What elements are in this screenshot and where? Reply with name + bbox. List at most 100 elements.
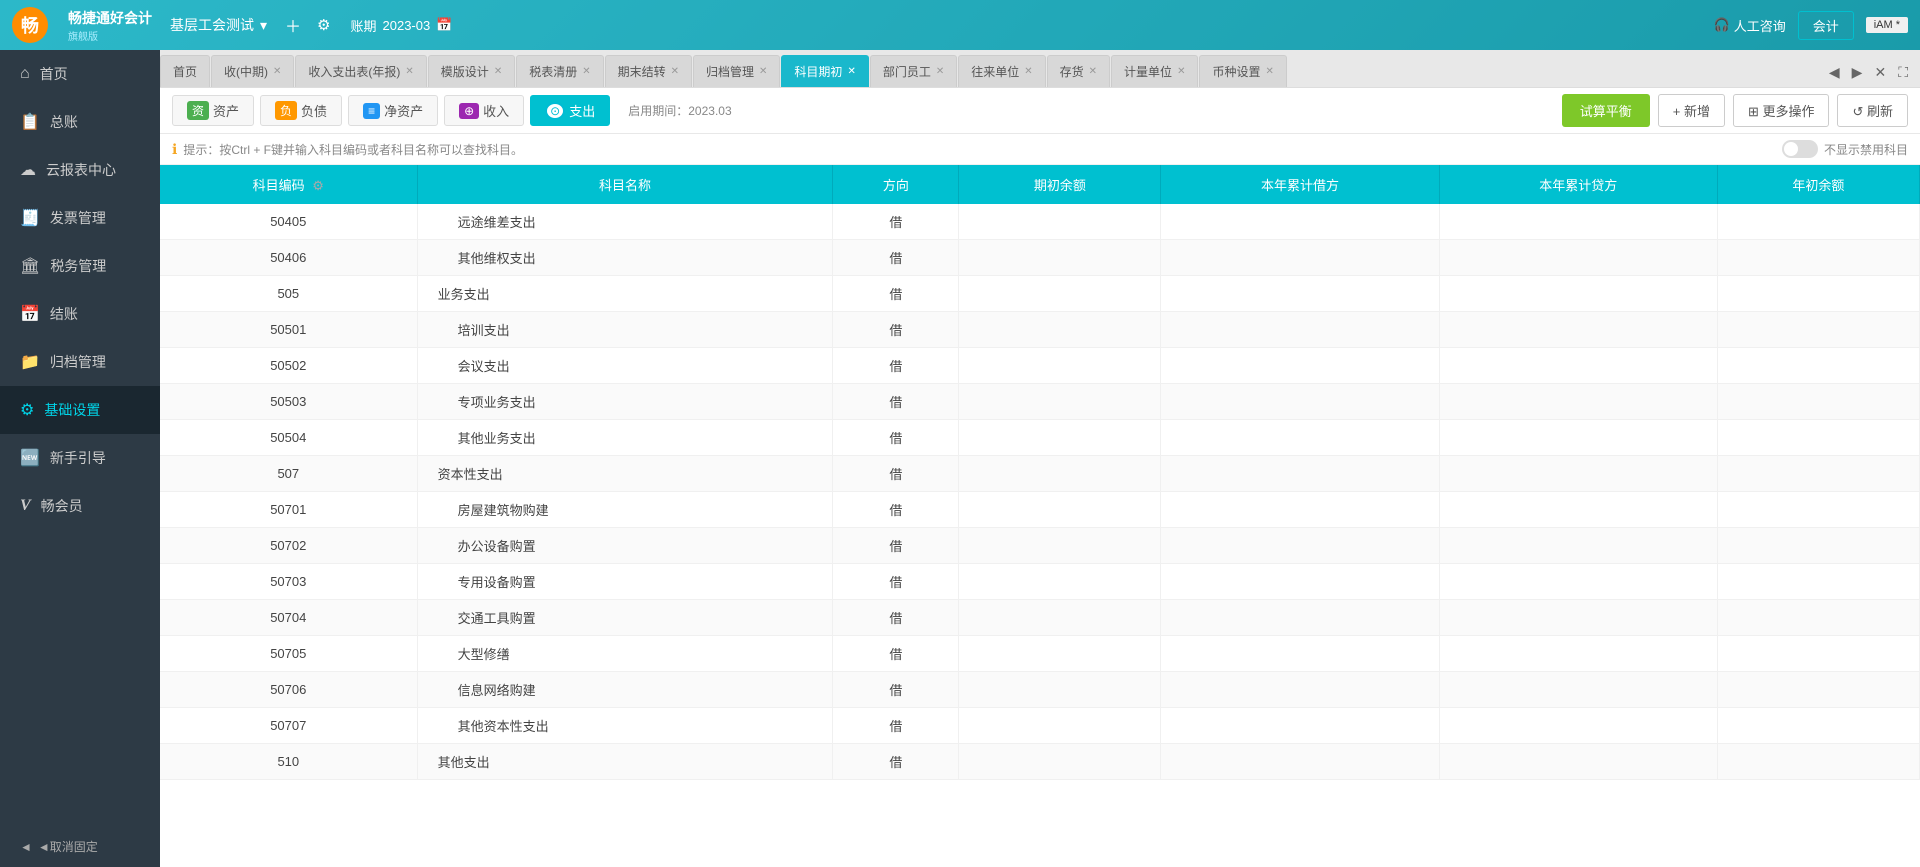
account-button[interactable]: 会计 [1798,11,1854,40]
table-row[interactable]: 50704交通工具购置借 [160,600,1920,636]
tax-icon: 🏛 [20,256,40,276]
add-company-icon[interactable]: ＋ [285,13,301,37]
tab-template-close[interactable]: ✕ [494,66,502,77]
tab-income-annual-close[interactable]: ✕ [405,66,413,77]
cell-year-open [1717,636,1919,672]
tab-period-close-close[interactable]: ✕ [671,66,679,77]
sidebar-item-close[interactable]: 📅 结账 [0,290,160,338]
company-dropdown-icon[interactable]: ▾ [260,17,267,34]
cell-opening [959,600,1161,636]
cell-direction: 借 [833,528,959,564]
sidebar-item-ledger[interactable]: 📋 总账 [0,98,160,146]
tab-inventory-label: 存货 [1060,63,1084,80]
table-row[interactable]: 50705大型修缮借 [160,636,1920,672]
sidebar-item-home[interactable]: ⌂ 首页 [0,50,160,98]
tab-customer-close[interactable]: ✕ [1024,66,1032,77]
toggle-disabled-subject[interactable] [1782,140,1818,158]
tab-customer[interactable]: 往来单位 ✕ [958,55,1045,87]
tab-template[interactable]: 模版设计 ✕ [428,55,515,87]
table-row[interactable]: 50501培训支出借 [160,312,1920,348]
tab-inventory-close[interactable]: ✕ [1089,66,1097,77]
tab-income-annual[interactable]: 收入支出表(年报) ✕ [295,55,426,87]
settings-sidebar-icon: ⚙ [20,400,34,420]
sub-tab-asset[interactable]: 资 资产 [172,95,254,126]
table-row[interactable]: 50503专项业务支出借 [160,384,1920,420]
cell-direction: 借 [833,456,959,492]
table-row[interactable]: 50406其他维权支出借 [160,240,1920,276]
company-selector[interactable]: 基层工会测试 ▾ [170,15,267,35]
table-container[interactable]: 科目编码 ⚙ 科目名称 方向 期初余额 本年累计借方 本年累计贷方 年初余额 5 [160,165,1920,867]
tab-balance-mid-close[interactable]: ✕ [273,66,281,77]
sub-tab-liability[interactable]: 负 负债 [260,95,342,126]
help-button[interactable]: 🎧 人工咨询 [1714,16,1786,35]
new-button[interactable]: + 新增 [1658,94,1725,127]
tab-prev-icon[interactable]: ◀ [1825,62,1844,83]
tab-next-icon[interactable]: ▶ [1848,62,1867,83]
tab-subject-init-close[interactable]: ✕ [847,66,855,77]
table-row[interactable]: 50702办公设备购置借 [160,528,1920,564]
tab-archive-mgr-close[interactable]: ✕ [759,66,767,77]
sub-tab-income[interactable]: ⊕ 收入 [444,95,524,126]
sub-tab-expense[interactable]: ⊙ 支出 [530,95,610,126]
sub-tab-expense-label: 支出 [569,101,595,120]
cell-name: 专用设备购置 [417,564,833,600]
cell-debit [1161,276,1439,312]
cell-credit [1439,312,1717,348]
tab-period-close[interactable]: 期末结转 ✕ [605,55,692,87]
tab-subject-init[interactable]: 科目期初 ✕ [781,55,868,87]
tab-inventory[interactable]: 存货 ✕ [1047,55,1110,87]
more-button[interactable]: ⊞ 更多操作 [1733,94,1830,127]
col-gear-icon[interactable]: ⚙ [312,178,324,193]
tab-close-all-icon[interactable]: ✕ [1870,62,1890,83]
table-row[interactable]: 50706信息网络购建借 [160,672,1920,708]
sub-tab-net-asset[interactable]: ≡ 净资产 [348,95,438,126]
cell-name: 其他资本性支出 [417,708,833,744]
table-row[interactable]: 50504其他业务支出借 [160,420,1920,456]
col-debit: 本年累计借方 [1161,165,1439,204]
refresh-button[interactable]: ↺ 刷新 [1837,94,1908,127]
logo-area: 畅 [12,7,48,43]
tab-measure-unit[interactable]: 计量单位 ✕ [1111,55,1198,87]
table-row[interactable]: 50707其他资本性支出借 [160,708,1920,744]
table-row[interactable]: 505业务支出借 [160,276,1920,312]
sidebar-item-guide[interactable]: 🆕 新手引导 [0,434,160,482]
cell-direction: 借 [833,600,959,636]
sidebar-item-archive[interactable]: 📁 归档管理 [0,338,160,386]
tab-dept-staff-close[interactable]: ✕ [936,66,944,77]
tab-currency-close[interactable]: ✕ [1265,66,1273,77]
table-row[interactable]: 50405远途维差支出借 [160,204,1920,240]
cell-code: 50702 [160,528,417,564]
sidebar-item-report[interactable]: ☁ 云报表中心 [0,146,160,194]
tab-home[interactable]: 首页 [160,55,210,87]
table-row[interactable]: 50701房屋建筑物购建借 [160,492,1920,528]
guide-icon: 🆕 [20,448,40,468]
cell-direction: 借 [833,420,959,456]
calendar-icon[interactable]: 📅 [436,17,452,33]
tab-currency[interactable]: 币种设置 ✕ [1199,55,1286,87]
sidebar-item-member[interactable]: V 畅会员 [0,482,160,530]
table-row[interactable]: 507资本性支出借 [160,456,1920,492]
tab-measure-unit-label: 计量单位 [1124,63,1172,80]
balance-button[interactable]: 试算平衡 [1562,94,1650,127]
cell-year-open [1717,456,1919,492]
top-header: 畅 畅捷通好会计 旗舰版 基层工会测试 ▾ ＋ ⚙ 账期 2023-03 📅 🎧… [0,0,1920,50]
cell-opening [959,708,1161,744]
sidebar-item-invoice[interactable]: 🧾 发票管理 [0,194,160,242]
sidebar-item-tax[interactable]: 🏛 税务管理 [0,242,160,290]
tab-archive-mgr[interactable]: 归档管理 ✕ [693,55,780,87]
cell-year-open [1717,420,1919,456]
table-row[interactable]: 50502会议支出借 [160,348,1920,384]
tab-dept-staff[interactable]: 部门员工 ✕ [870,55,957,87]
tab-fullscreen-icon[interactable]: ⛶ [1894,62,1912,83]
sidebar-item-settings[interactable]: ⚙ 基础设置 [0,386,160,434]
tab-measure-unit-close[interactable]: ✕ [1177,66,1185,77]
tab-balance-mid[interactable]: 收(中期) ✕ [211,55,294,87]
settings-icon[interactable]: ⚙ [317,16,330,34]
tab-customer-label: 往来单位 [971,63,1019,80]
table-row[interactable]: 510其他支出借 [160,744,1920,780]
tab-controls: ◀ ▶ ✕ ⛶ [1825,62,1920,87]
sidebar-collapse[interactable]: ◄ ◄取消固定 [0,826,160,867]
tab-tax-clear-close[interactable]: ✕ [582,66,590,77]
table-row[interactable]: 50703专用设备购置借 [160,564,1920,600]
tab-tax-clear[interactable]: 税表清册 ✕ [516,55,603,87]
